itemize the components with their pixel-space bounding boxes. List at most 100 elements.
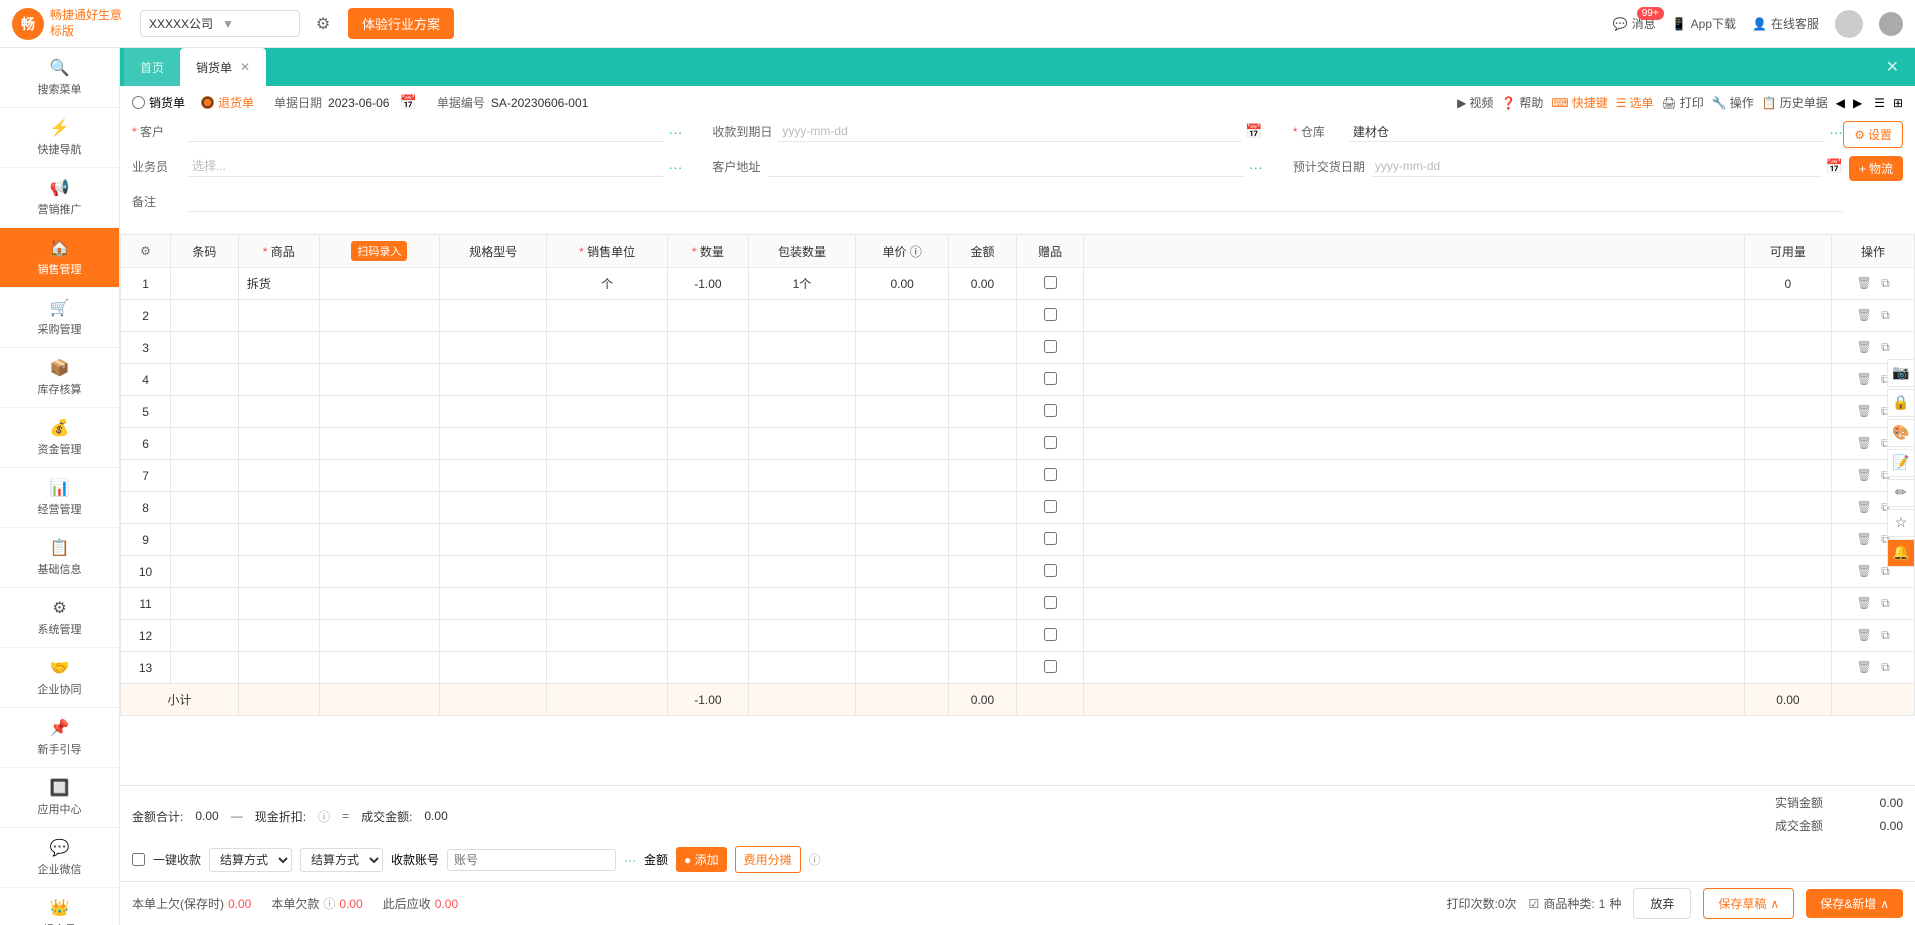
save-new-button[interactable]: 保存&新增 ∧	[1806, 889, 1903, 918]
row-goods[interactable]: 拆货	[238, 268, 319, 300]
row-spec[interactable]	[440, 620, 547, 652]
gift-checkbox[interactable]	[1044, 596, 1057, 609]
row-qty[interactable]	[667, 588, 748, 620]
row-unit[interactable]	[547, 620, 668, 652]
row-unit[interactable]	[547, 332, 668, 364]
row-amount[interactable]	[949, 492, 1017, 524]
one-click-pay-checkbox[interactable]	[132, 853, 145, 866]
settings-icon[interactable]: ⚙	[308, 9, 338, 39]
tab-close-icon[interactable]: ✕	[240, 60, 250, 74]
sidebar-item-marketing[interactable]: 📢 营销推广	[0, 168, 119, 228]
delete-icon[interactable]: 🗑	[1856, 596, 1871, 610]
row-qty[interactable]	[667, 396, 748, 428]
delete-icon[interactable]: 🗑	[1856, 276, 1871, 290]
row-spec[interactable]	[440, 300, 547, 332]
row-qty[interactable]	[667, 460, 748, 492]
online-service-button[interactable]: 👤 在线客服	[1752, 15, 1819, 32]
gift-checkbox[interactable]	[1044, 404, 1057, 417]
warehouse-ellipsis-icon[interactable]: ···	[1829, 124, 1843, 140]
copy-icon[interactable]: ⧉	[1881, 628, 1890, 642]
logistics-button[interactable]: + 物流	[1849, 156, 1903, 181]
prev-bill-icon[interactable]: ◀	[1836, 96, 1845, 110]
row-spec[interactable]	[440, 556, 547, 588]
gift-checkbox[interactable]	[1044, 436, 1057, 449]
gear-column-icon[interactable]: ⚙	[140, 244, 151, 258]
row-pack-qty[interactable]	[748, 428, 855, 460]
row-unit[interactable]	[547, 364, 668, 396]
action-select[interactable]: ☰ 选单	[1616, 94, 1654, 111]
app-download-button[interactable]: 📱 App下载	[1672, 15, 1736, 32]
delete-icon[interactable]: 🗑	[1856, 340, 1871, 354]
row-unit[interactable]	[547, 428, 668, 460]
row-gift[interactable]	[1016, 364, 1084, 396]
add-payment-button[interactable]: ● 添加	[676, 847, 727, 872]
row-spec[interactable]	[440, 364, 547, 396]
row-unit[interactable]	[547, 492, 668, 524]
gift-checkbox[interactable]	[1044, 660, 1057, 673]
row-qty[interactable]	[667, 652, 748, 684]
float-btn-camera[interactable]: 📷	[1887, 359, 1915, 387]
row-amount[interactable]	[949, 652, 1017, 684]
row-goods[interactable]	[238, 652, 319, 684]
settlement-calc-select[interactable]: 结算方式	[300, 848, 383, 872]
action-shortcut[interactable]: ⌨ 快捷键	[1551, 94, 1607, 111]
delete-icon[interactable]: 🗑	[1856, 500, 1871, 514]
delete-icon[interactable]: 🗑	[1856, 468, 1871, 482]
row-pack-qty[interactable]	[748, 460, 855, 492]
row-unit-price[interactable]	[856, 364, 949, 396]
row-gift[interactable]	[1016, 524, 1084, 556]
calendar-icon[interactable]: 📅	[399, 94, 416, 111]
row-qty[interactable]	[667, 300, 748, 332]
company-selector[interactable]: XXXXX公司 ▼	[140, 10, 300, 37]
sidebar-item-system[interactable]: ⚙ 系统管理	[0, 588, 119, 648]
float-btn-color[interactable]: 🎨	[1887, 419, 1915, 447]
row-goods[interactable]	[238, 492, 319, 524]
sidebar-item-member[interactable]: 👑 畅会员	[0, 888, 119, 925]
row-unit-price[interactable]	[856, 588, 949, 620]
row-pack-qty[interactable]	[748, 524, 855, 556]
copy-icon[interactable]: ⧉	[1881, 308, 1890, 322]
row-spec[interactable]	[440, 524, 547, 556]
gift-checkbox[interactable]	[1044, 468, 1057, 481]
row-qty[interactable]	[667, 364, 748, 396]
sidebar-item-guide[interactable]: 📌 新手引导	[0, 708, 119, 768]
sidebar-item-sales[interactable]: 🏠 销售管理	[0, 228, 119, 288]
ellipsis-icon[interactable]: ···	[624, 853, 636, 867]
row-pack-qty[interactable]	[748, 300, 855, 332]
delete-icon[interactable]: 🗑	[1856, 564, 1871, 578]
row-gift[interactable]	[1016, 460, 1084, 492]
customer-input[interactable]	[188, 121, 664, 142]
row-goods[interactable]	[238, 332, 319, 364]
row-unit-price[interactable]	[856, 620, 949, 652]
bill-type-sales[interactable]: 销货单	[132, 94, 185, 111]
radio-sales[interactable]	[132, 96, 145, 109]
tab-home[interactable]: 首页	[124, 48, 180, 86]
message-button[interactable]: 💬 消息 99+	[1613, 15, 1656, 32]
row-amount[interactable]	[949, 396, 1017, 428]
copy-icon[interactable]: ⧉	[1881, 596, 1890, 610]
trial-button[interactable]: 体验行业方案	[348, 8, 454, 39]
row-qty[interactable]	[667, 492, 748, 524]
row-unit-price[interactable]	[856, 300, 949, 332]
avatar[interactable]	[1835, 10, 1863, 38]
sidebar-item-wechat[interactable]: 💬 企业微信	[0, 828, 119, 888]
account-input[interactable]	[447, 849, 616, 871]
row-unit[interactable]	[547, 556, 668, 588]
address-input[interactable]	[768, 156, 1244, 177]
row-spec[interactable]	[440, 396, 547, 428]
gift-checkbox[interactable]	[1044, 532, 1057, 545]
expected-date-input[interactable]	[1371, 156, 1822, 177]
expense-split-button[interactable]: 费用分摊	[735, 846, 801, 873]
row-amount[interactable]	[949, 588, 1017, 620]
address-ellipsis-icon[interactable]: ···	[1249, 159, 1263, 175]
sidebar-item-purchase[interactable]: 🛒 采购管理	[0, 288, 119, 348]
sidebar-item-finance[interactable]: 💰 资金管理	[0, 408, 119, 468]
delete-icon[interactable]: 🗑	[1856, 532, 1871, 546]
float-btn-edit[interactable]: 📝	[1887, 449, 1915, 477]
delete-icon[interactable]: 🗑	[1856, 308, 1871, 322]
row-spec[interactable]	[440, 428, 547, 460]
row-pack-qty[interactable]	[748, 588, 855, 620]
row-unit-price[interactable]	[856, 396, 949, 428]
row-goods[interactable]	[238, 460, 319, 492]
row-amount[interactable]	[949, 332, 1017, 364]
